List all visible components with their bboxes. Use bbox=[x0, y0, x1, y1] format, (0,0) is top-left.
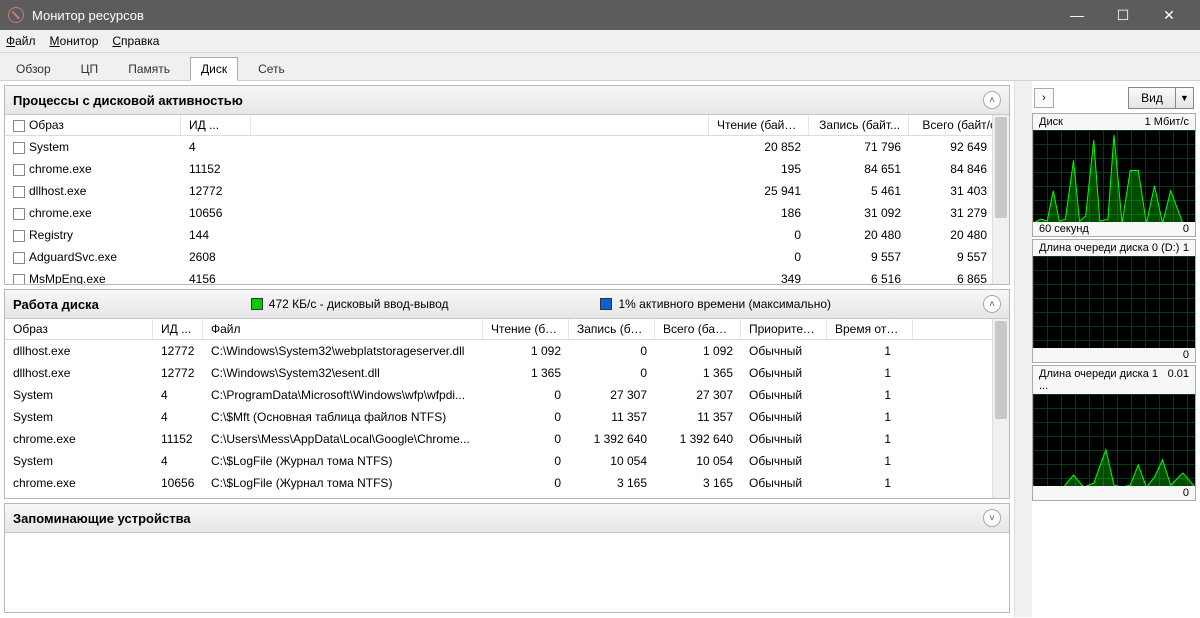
table-row[interactable]: chrome.exe10656C:\$LogFile (Журнал тома … bbox=[5, 472, 1009, 494]
table-row[interactable]: AdguardSvc.exe260809 5579 557 bbox=[5, 246, 1009, 268]
table-row[interactable]: explorer.exe6724C:\Windows\System32\font… bbox=[5, 494, 1009, 498]
graph-canvas bbox=[1033, 130, 1195, 222]
checkbox-all[interactable] bbox=[13, 120, 25, 132]
checkbox[interactable] bbox=[13, 230, 25, 242]
checkbox[interactable] bbox=[13, 274, 25, 284]
col-image[interactable]: Образ bbox=[5, 319, 153, 339]
tab-bar: Обзор ЦП Память Диск Сеть bbox=[0, 53, 1200, 81]
active-time-stat: 1% активного времени (максимально) bbox=[600, 297, 831, 311]
collapse-icon[interactable]: ˄ bbox=[983, 91, 1001, 109]
checkbox[interactable] bbox=[13, 142, 25, 154]
graph-block: Длина очереди диска 1 ...0.01 0 bbox=[1032, 365, 1196, 501]
col-resp[interactable]: Время ответ... bbox=[827, 319, 913, 339]
table-row[interactable]: dllhost.exe1277225 9415 46131 403 bbox=[5, 180, 1009, 202]
close-button[interactable]: ✕ bbox=[1146, 0, 1192, 30]
disk-activity-panel: Работа диска 472 КБ/с - дисковый ввод-вы… bbox=[4, 289, 1010, 499]
table-row[interactable]: Registry144020 48020 480 bbox=[5, 224, 1009, 246]
table-row[interactable]: System4C:\ProgramData\Microsoft\Windows\… bbox=[5, 384, 1009, 406]
view-dropdown-icon[interactable]: ▼ bbox=[1176, 87, 1194, 109]
content-area: Процессы с дисковой активностью ˄ Образ … bbox=[0, 81, 1200, 617]
menu-help[interactable]: Справка bbox=[112, 34, 159, 48]
tab-cpu[interactable]: ЦП bbox=[71, 58, 109, 80]
right-pane: › Вид ▼ Диск1 Мбит/с60 секунд0Длина очер… bbox=[1032, 81, 1200, 617]
menu-monitor[interactable]: Монитор bbox=[50, 34, 99, 48]
storage-panel-header[interactable]: Запоминающие устройства ˅ bbox=[5, 504, 1009, 533]
left-pane: Процессы с дисковой активностью ˄ Образ … bbox=[0, 81, 1014, 617]
panel-title: Процессы с дисковой активностью bbox=[13, 93, 243, 108]
col-read[interactable]: Чтение (байт/с) bbox=[709, 115, 809, 135]
scrollbar[interactable] bbox=[992, 115, 1009, 284]
table-row[interactable]: dllhost.exe12772C:\Windows\System32\webp… bbox=[5, 340, 1009, 362]
col-priority[interactable]: Приоритет в... bbox=[741, 319, 827, 339]
graph-footer-right: 0 bbox=[1183, 223, 1189, 235]
processes-panel-header[interactable]: Процессы с дисковой активностью ˄ bbox=[5, 86, 1009, 115]
table-row[interactable]: chrome.exe1115219584 65184 846 bbox=[5, 158, 1009, 180]
collapse-icon[interactable]: ˄ bbox=[983, 295, 1001, 313]
blue-square-icon bbox=[600, 298, 612, 310]
app-icon bbox=[8, 7, 24, 23]
io-stat: 472 КБ/с - дисковый ввод-вывод bbox=[251, 297, 449, 311]
scrollbar[interactable] bbox=[992, 319, 1009, 498]
graph-canvas bbox=[1033, 394, 1195, 486]
collapse-side-icon[interactable]: › bbox=[1034, 88, 1054, 108]
col-total[interactable]: Всего (байт/с) bbox=[655, 319, 741, 339]
menu-bar: Файл Монитор Справка bbox=[0, 30, 1200, 53]
view-button[interactable]: Вид bbox=[1128, 87, 1176, 109]
col-write[interactable]: Запись (байт... bbox=[809, 115, 909, 135]
maximize-button[interactable]: ☐ bbox=[1100, 0, 1146, 30]
checkbox[interactable] bbox=[13, 164, 25, 176]
disk-activity-header[interactable]: Работа диска 472 КБ/с - дисковый ввод-вы… bbox=[5, 290, 1009, 319]
storage-panel: Запоминающие устройства ˅ bbox=[4, 503, 1010, 613]
checkbox[interactable] bbox=[13, 208, 25, 220]
col-pid[interactable]: ИД ... bbox=[153, 319, 203, 339]
minimize-button[interactable]: — bbox=[1054, 0, 1100, 30]
table-row[interactable]: chrome.exe1065618631 09231 279 bbox=[5, 202, 1009, 224]
graph-title-left: Диск bbox=[1039, 116, 1063, 128]
col-pid[interactable]: ИД ... bbox=[181, 115, 251, 135]
graph-canvas bbox=[1033, 256, 1195, 348]
graph-block: Диск 1 Мбит/с 60 секунд 0 bbox=[1032, 113, 1196, 237]
table-row[interactable]: dllhost.exe12772C:\Windows\System32\esen… bbox=[5, 362, 1009, 384]
window-title: Монитор ресурсов bbox=[32, 8, 1054, 23]
processes-table: Образ ИД ... Чтение (байт/с) Запись (бай… bbox=[5, 115, 1009, 284]
graph-footer-left: 60 секунд bbox=[1039, 223, 1089, 235]
checkbox[interactable] bbox=[13, 252, 25, 264]
menu-file[interactable]: Файл bbox=[6, 34, 36, 48]
graph-title-left: Длина очереди диска 1 ... bbox=[1039, 368, 1168, 392]
graph-title-left: Длина очереди диска 0 (D:) bbox=[1039, 242, 1179, 254]
title-bar: Монитор ресурсов — ☐ ✕ bbox=[0, 0, 1200, 30]
disk-activity-table: Образ ИД ... Файл Чтение (байт... Запись… bbox=[5, 319, 1009, 498]
checkbox[interactable] bbox=[13, 186, 25, 198]
table-row[interactable]: chrome.exe11152C:\Users\Mess\AppData\Loc… bbox=[5, 428, 1009, 450]
col-read[interactable]: Чтение (байт... bbox=[483, 319, 569, 339]
table-row[interactable]: System4C:\$Mft (Основная таблица файлов … bbox=[5, 406, 1009, 428]
tab-overview[interactable]: Обзор bbox=[6, 58, 61, 80]
main-scrollbar[interactable] bbox=[1014, 81, 1032, 617]
graph-title-right: 1 bbox=[1183, 242, 1189, 254]
side-header: › Вид ▼ bbox=[1032, 85, 1196, 111]
col-image[interactable]: Образ bbox=[29, 118, 64, 132]
tab-disk[interactable]: Диск bbox=[190, 57, 238, 81]
graph-footer-right: 0 bbox=[1183, 487, 1189, 499]
table-row[interactable]: System420 85271 79692 649 bbox=[5, 136, 1009, 158]
col-write[interactable]: Запись (байт... bbox=[569, 319, 655, 339]
graph-title-right: 1 Мбит/с bbox=[1145, 116, 1189, 128]
table-row[interactable]: MsMpEng.exe41563496 5166 865 bbox=[5, 268, 1009, 284]
graph-title-right: 0.01 bbox=[1168, 368, 1189, 392]
green-square-icon bbox=[251, 298, 263, 310]
expand-icon[interactable]: ˅ bbox=[983, 509, 1001, 527]
col-file[interactable]: Файл bbox=[203, 319, 483, 339]
panel-title: Запоминающие устройства bbox=[13, 511, 191, 526]
graph-footer-right: 0 bbox=[1183, 349, 1189, 361]
processes-panel: Процессы с дисковой активностью ˄ Образ … bbox=[4, 85, 1010, 285]
table-row[interactable]: System4C:\$LogFile (Журнал тома NTFS)010… bbox=[5, 450, 1009, 472]
panel-title: Работа диска bbox=[13, 297, 99, 312]
graph-block: Длина очереди диска 0 (D:) 1 0 bbox=[1032, 239, 1196, 363]
tab-network[interactable]: Сеть bbox=[248, 58, 295, 80]
tab-memory[interactable]: Память bbox=[118, 58, 180, 80]
